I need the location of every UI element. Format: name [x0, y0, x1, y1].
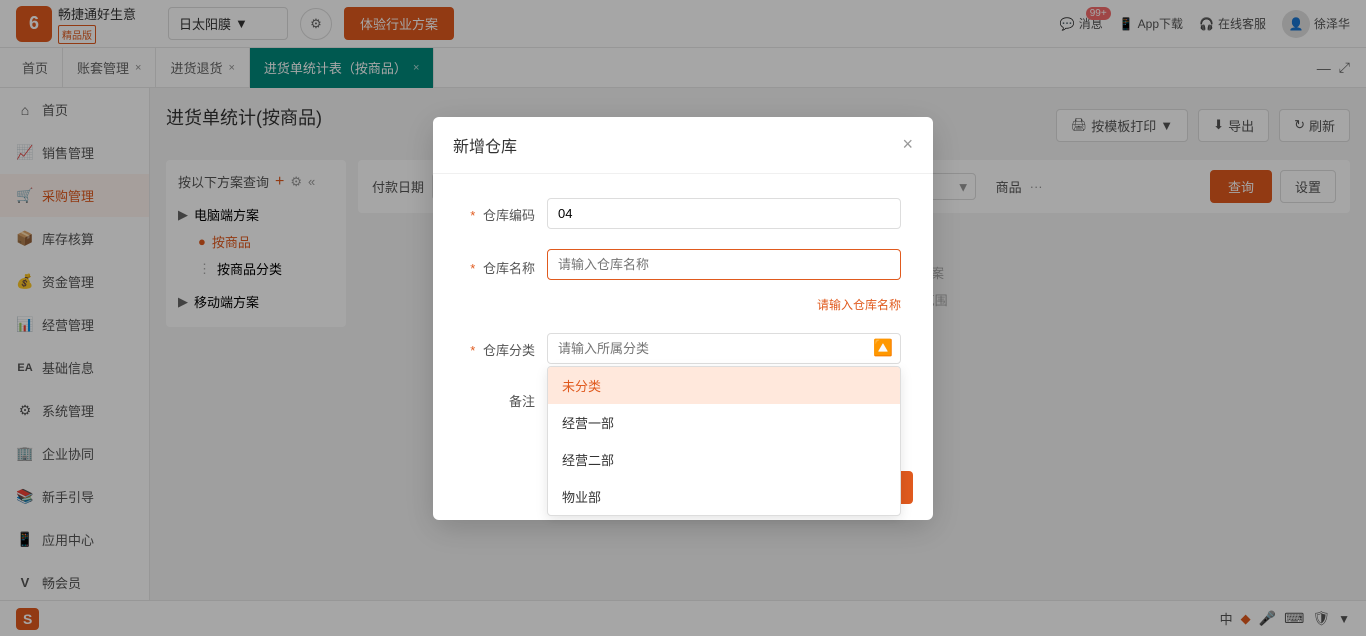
category-input[interactable]: [547, 333, 901, 364]
category-field-row: * 仓库分类 🔼 未分类 经营一部 经营二部 物业部: [465, 333, 901, 364]
category-dropdown-list: 未分类 经营一部 经营二部 物业部: [547, 366, 901, 516]
modal-body: * 仓库编码 * 仓库名称 请输入仓库名称: [433, 174, 933, 459]
dropdown-item-unclassified[interactable]: 未分类: [548, 367, 900, 404]
modal-title: 新增仓库: [453, 133, 517, 157]
category-select-wrapper: 🔼 未分类 经营一部 经营二部 物业部: [547, 333, 901, 364]
add-warehouse-modal: 新增仓库 × * 仓库编码 * 仓库名称: [433, 117, 933, 520]
code-field-row: * 仓库编码: [465, 198, 901, 229]
modal-overlay: 新增仓库 × * 仓库编码 * 仓库名称: [0, 0, 1366, 636]
modal-close-button[interactable]: ×: [902, 134, 913, 155]
name-error-message: 请输入仓库名称: [817, 296, 901, 313]
warehouse-name-input[interactable]: [547, 249, 901, 280]
warehouse-code-input[interactable]: [547, 198, 901, 229]
name-field-row: * 仓库名称 请输入仓库名称: [465, 249, 901, 313]
dropdown-item-dept2[interactable]: 经营二部: [548, 441, 900, 478]
dropdown-item-dept1[interactable]: 经营一部: [548, 404, 900, 441]
dropdown-item-dept3[interactable]: 物业部: [548, 478, 900, 515]
modal-header: 新增仓库 ×: [433, 117, 933, 174]
